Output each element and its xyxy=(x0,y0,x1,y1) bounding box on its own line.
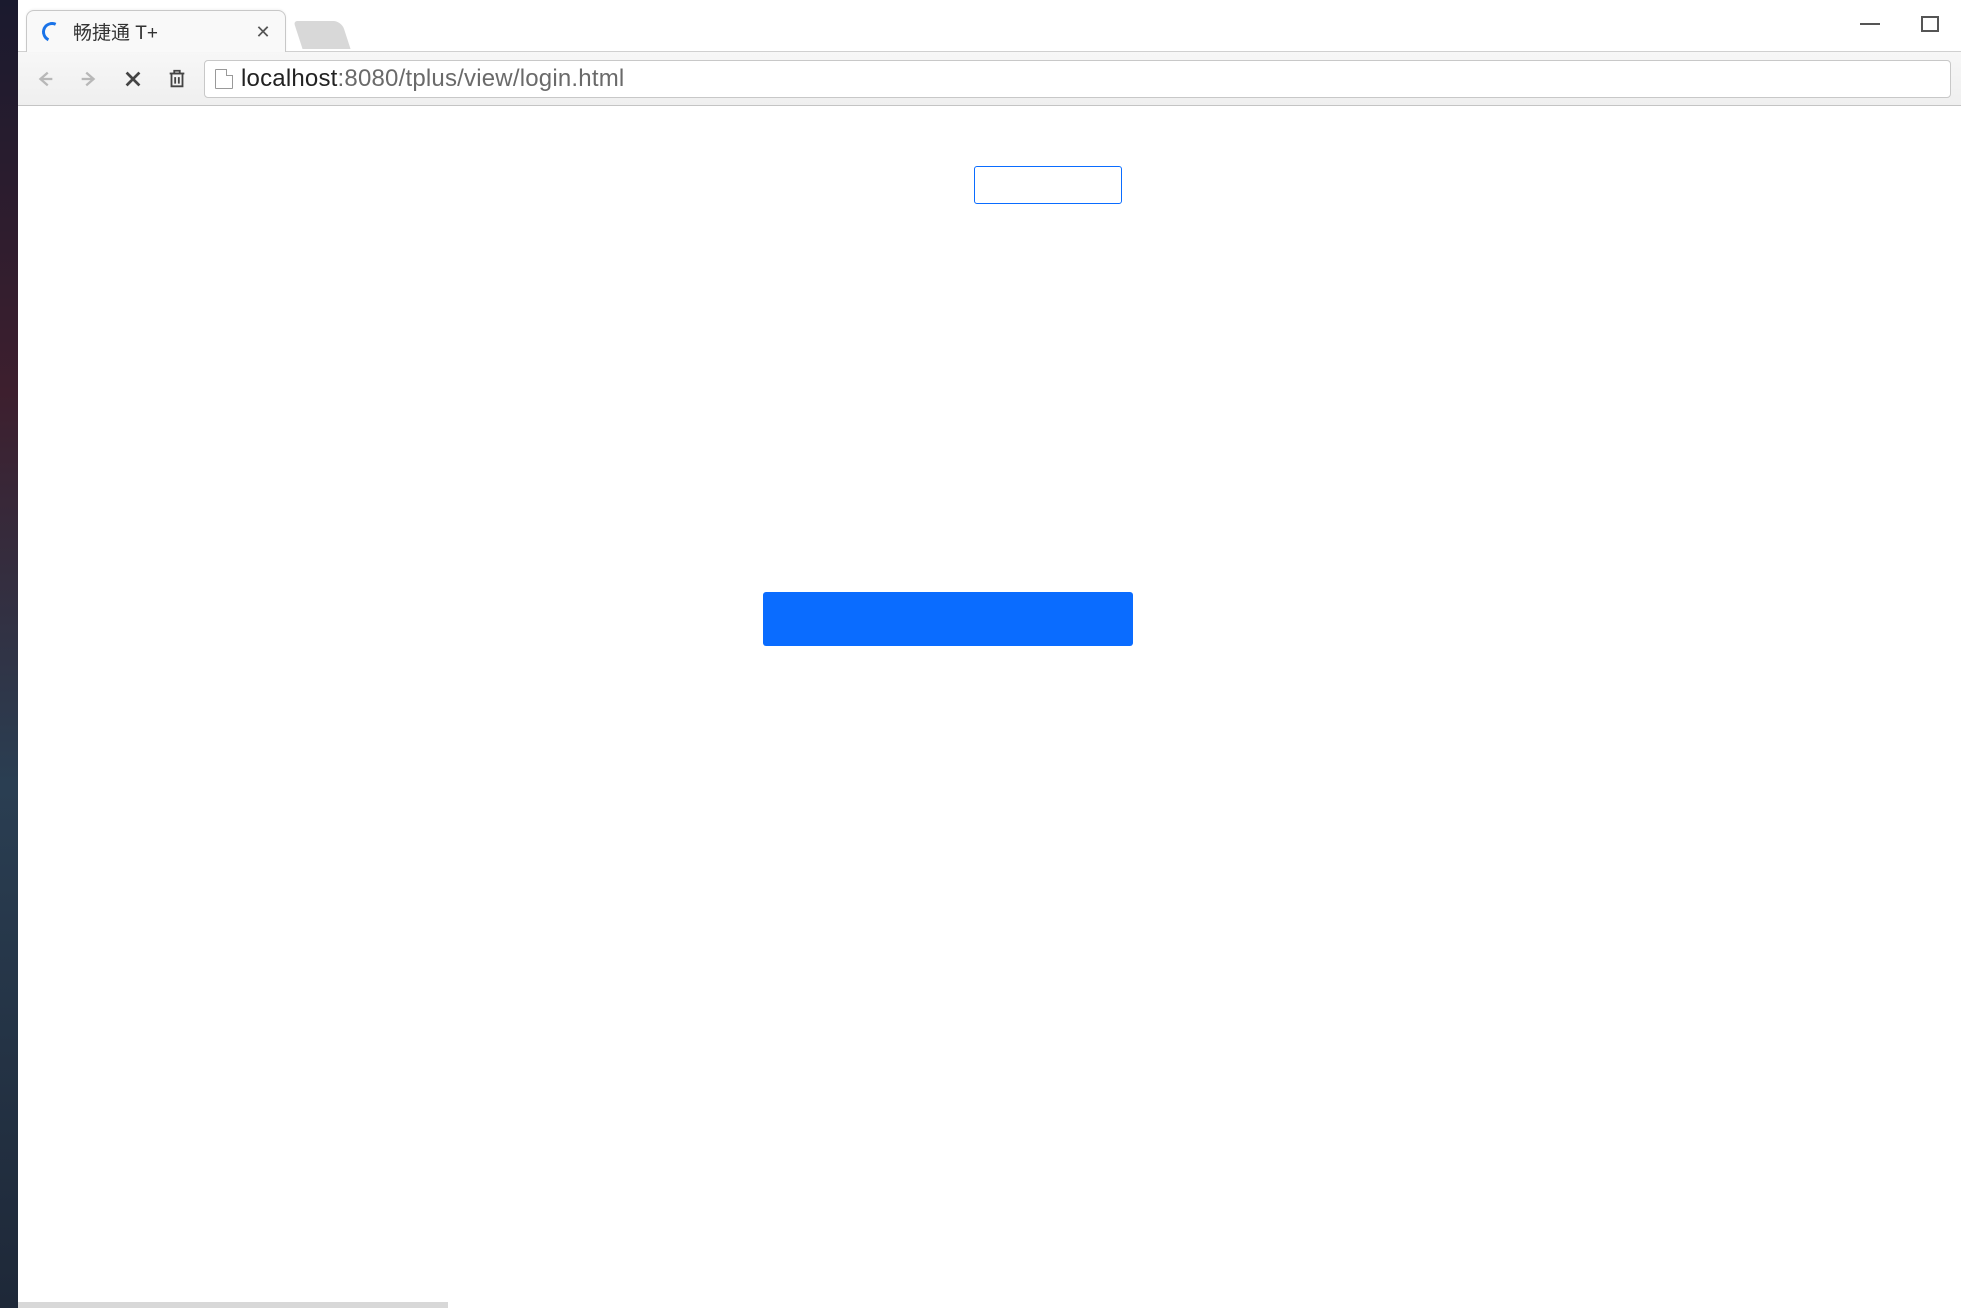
page-content xyxy=(18,106,1961,1308)
address-bar[interactable]: localhost:8080/tplus/view/login.html xyxy=(204,60,1951,98)
url-text: localhost:8080/tplus/view/login.html xyxy=(241,65,624,93)
url-path: :8080/tplus/view/login.html xyxy=(338,65,625,92)
tab-strip: 畅捷通 T+ ✕ xyxy=(18,0,1961,52)
page-icon xyxy=(215,69,233,89)
browser-window: 畅捷通 T+ ✕ xyxy=(18,0,1961,1308)
tab-close-button[interactable]: ✕ xyxy=(255,24,271,40)
window-minimize-button[interactable] xyxy=(1847,8,1893,40)
desktop-background-edge xyxy=(0,0,18,1308)
browser-toolbar: localhost:8080/tplus/view/login.html xyxy=(18,52,1961,106)
tab-title: 畅捷通 T+ xyxy=(73,18,245,45)
trash-button[interactable] xyxy=(160,62,194,96)
loading-spinner-icon xyxy=(41,21,63,43)
taskbar-edge xyxy=(18,1302,448,1308)
back-button[interactable] xyxy=(28,62,62,96)
forward-button[interactable] xyxy=(72,62,106,96)
browser-tab[interactable]: 畅捷通 T+ ✕ xyxy=(26,10,286,52)
stop-button[interactable] xyxy=(116,62,150,96)
text-input[interactable] xyxy=(974,166,1122,204)
window-controls xyxy=(1847,8,1961,40)
new-tab-button[interactable] xyxy=(293,21,350,49)
url-host: localhost xyxy=(241,65,338,92)
primary-button[interactable] xyxy=(763,592,1133,646)
window-maximize-button[interactable] xyxy=(1907,8,1953,40)
